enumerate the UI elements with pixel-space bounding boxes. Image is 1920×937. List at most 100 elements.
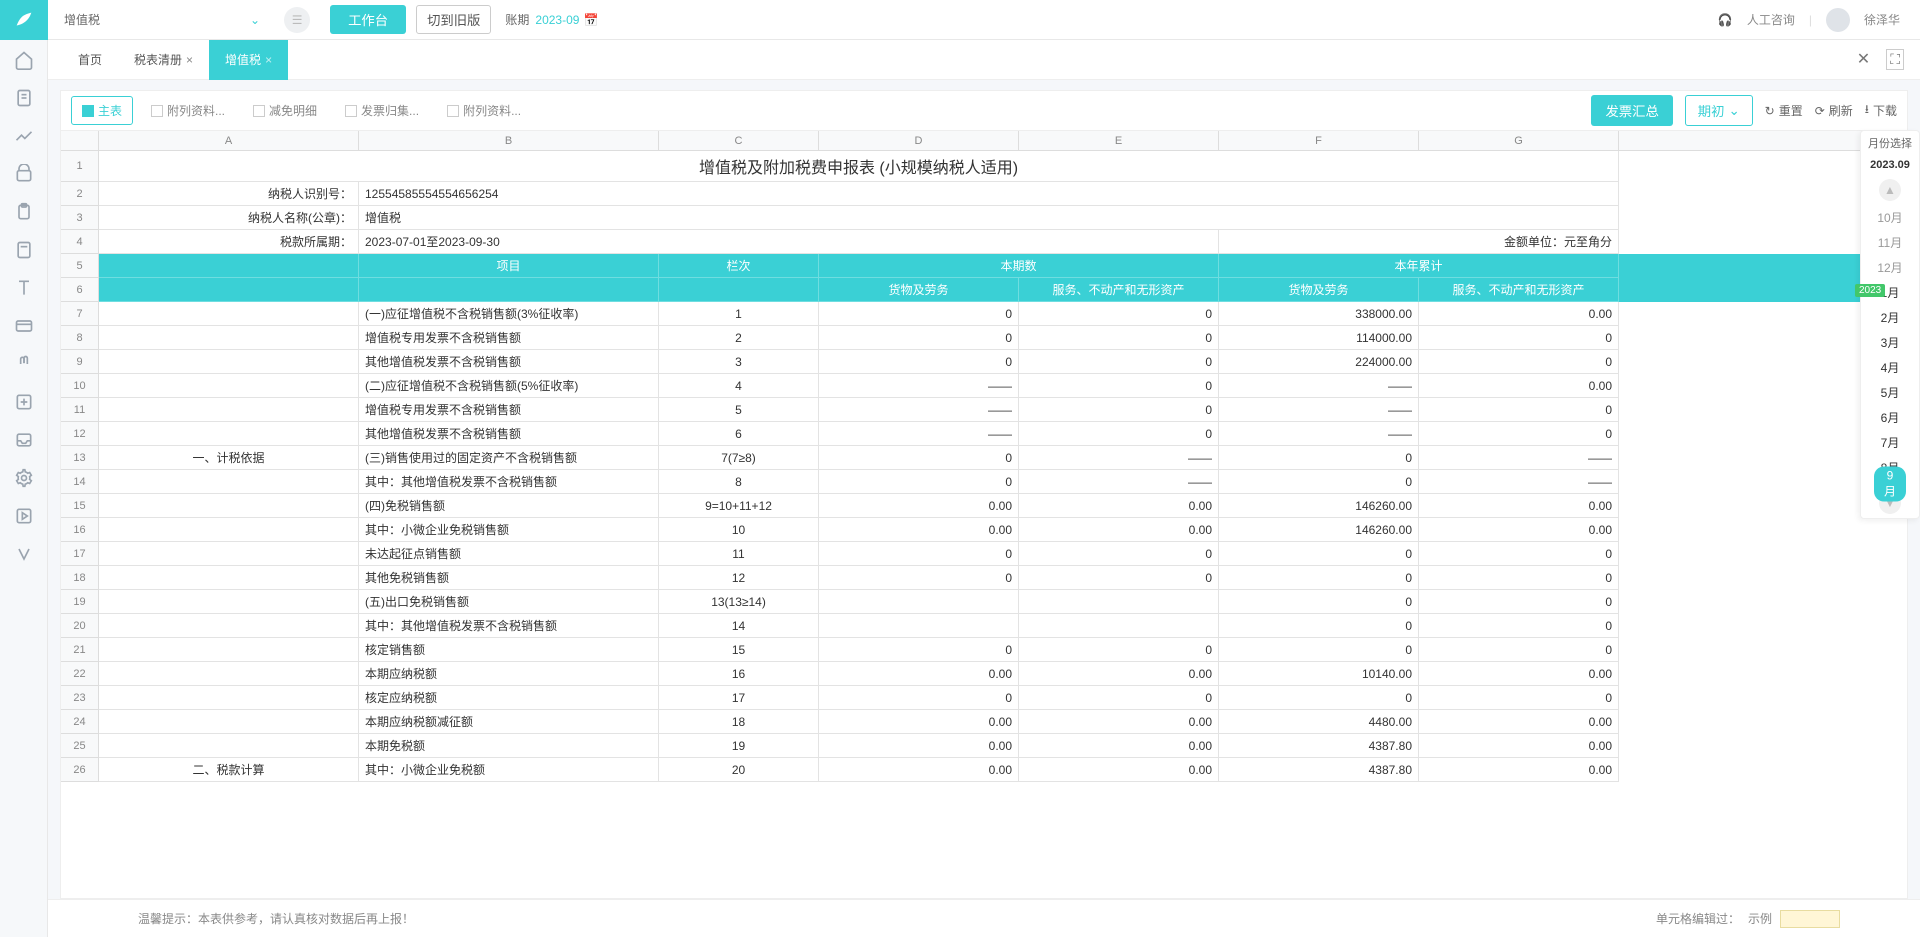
value-g[interactable]: 0 [1419,566,1619,590]
value-g[interactable]: 0 [1419,590,1619,614]
header-services[interactable]: 服务、不动产和无形资产 [1419,278,1619,302]
col-header[interactable]: F [1219,131,1419,151]
value-e[interactable]: —— [1019,470,1219,494]
row-number[interactable]: 25 [61,734,99,758]
period-start-button[interactable]: 期初⌄ [1685,95,1753,126]
value-g[interactable]: 0 [1419,542,1619,566]
value-g[interactable]: 0.00 [1419,302,1619,326]
item-name[interactable]: 其中：小微企业免税销售额 [359,518,659,542]
value-e[interactable]: 0 [1019,326,1219,350]
value-d[interactable]: 0 [819,638,1019,662]
group-label[interactable] [99,470,359,494]
value-f[interactable]: 146260.00 [1219,494,1419,518]
value-f[interactable]: 0 [1219,638,1419,662]
switch-old-button[interactable]: 切到旧版 [416,5,491,34]
item-name[interactable]: 其中：其他增值税发票不含税销售额 [359,470,659,494]
header-blank[interactable] [99,254,359,278]
item-column[interactable]: 16 [659,662,819,686]
taxpayer-id-label[interactable]: 纳税人识别号： [99,182,359,206]
taxpayer-id[interactable]: 12554585554554656254 [359,182,1619,206]
month-up-button[interactable]: ▲ [1879,179,1901,201]
col-header[interactable]: D [819,131,1019,151]
value-g[interactable]: 0 [1419,398,1619,422]
value-d[interactable]: —— [819,422,1019,446]
list-icon-button[interactable]: ☰ [284,7,310,33]
value-f[interactable]: 4387.80 [1219,758,1419,782]
value-f[interactable]: 0 [1219,614,1419,638]
value-f[interactable]: —— [1219,398,1419,422]
group-label[interactable] [99,662,359,686]
row-number[interactable]: 19 [61,590,99,614]
row-number[interactable]: 11 [61,398,99,422]
row-number[interactable]: 8 [61,326,99,350]
group-label[interactable] [99,398,359,422]
item-name[interactable]: 本期应纳税额 [359,662,659,686]
period-value[interactable]: 2023-09 [535,13,579,27]
value-g[interactable]: 0.00 [1419,518,1619,542]
item-name[interactable]: 其他增值税发票不含税销售额 [359,350,659,374]
row-number[interactable]: 15 [61,494,99,518]
sheet-tab-减免明细[interactable]: 减免明细 [243,96,327,125]
value-d[interactable]: 0 [819,542,1019,566]
row-number[interactable]: 17 [61,542,99,566]
month-option[interactable]: 9月 [1861,480,1919,488]
cell[interactable] [99,278,359,302]
value-f[interactable]: 0 [1219,686,1419,710]
value-f[interactable]: 0 [1219,446,1419,470]
item-name[interactable]: 其中：小微企业免税额 [359,758,659,782]
item-column[interactable]: 12 [659,566,819,590]
month-option[interactable]: 2月 [1861,305,1919,330]
clipboard-icon[interactable] [14,202,34,222]
headset-icon[interactable]: 🎧 [1718,13,1733,27]
inbox-icon[interactable] [14,430,34,450]
value-f[interactable]: —— [1219,422,1419,446]
item-name[interactable]: (二)应征增值税不含税销售额(5%征收率) [359,374,659,398]
value-f[interactable]: —— [1219,374,1419,398]
group-label[interactable] [99,734,359,758]
value-d[interactable]: 0 [819,470,1019,494]
home-icon[interactable] [14,50,34,70]
item-column[interactable]: 5 [659,398,819,422]
group-label[interactable] [99,302,359,326]
value-e[interactable]: 0 [1019,374,1219,398]
value-e[interactable]: 0.00 [1019,758,1219,782]
value-d[interactable]: 0.00 [819,710,1019,734]
item-name[interactable]: 其他增值税发票不含税销售额 [359,422,659,446]
item-name[interactable]: (三)销售使用过的固定资产不含税销售额 [359,446,659,470]
item-column[interactable]: 3 [659,350,819,374]
item-name[interactable]: (一)应征增值税不含税销售额(3%征收率) [359,302,659,326]
value-e[interactable]: 0 [1019,566,1219,590]
value-e[interactable]: 0.00 [1019,518,1219,542]
group-label[interactable]: 一、计税依据 [99,446,359,470]
sheet-title[interactable]: 增值税及附加税费申报表 (小规模纳税人适用) [99,151,1619,182]
value-g[interactable]: 0 [1419,614,1619,638]
value-g[interactable]: —— [1419,470,1619,494]
item-column[interactable]: 7(7≥8) [659,446,819,470]
value-f[interactable]: 10140.00 [1219,662,1419,686]
close-icon[interactable]: × [265,53,272,67]
download-button[interactable]: ⭳下载 [1865,100,1897,121]
row-number[interactable]: 12 [61,422,99,446]
value-e[interactable] [1019,614,1219,638]
row-number[interactable]: 21 [61,638,99,662]
value-g[interactable]: 0 [1419,326,1619,350]
group-label[interactable] [99,710,359,734]
group-label[interactable] [99,494,359,518]
item-column[interactable]: 11 [659,542,819,566]
value-g[interactable]: 0 [1419,350,1619,374]
value-g[interactable]: 0 [1419,686,1619,710]
header-current[interactable]: 本期数 [819,254,1219,278]
sheet-tab-发票归集...[interactable]: 发票归集... [335,96,429,125]
tax-period-label[interactable]: 税款所属期： [99,230,359,254]
item-column[interactable]: 1 [659,302,819,326]
value-g[interactable]: 0.00 [1419,758,1619,782]
tax-period-value[interactable]: 2023-07-01至2023-09-30 [359,230,1219,254]
item-name[interactable]: 核定销售额 [359,638,659,662]
item-column[interactable]: 2 [659,326,819,350]
value-d[interactable]: 0 [819,350,1019,374]
value-d[interactable] [819,590,1019,614]
group-label[interactable] [99,374,359,398]
month-option[interactable]: 5月 [1861,380,1919,405]
value-f[interactable]: 0 [1219,470,1419,494]
row-number[interactable]: 10 [61,374,99,398]
